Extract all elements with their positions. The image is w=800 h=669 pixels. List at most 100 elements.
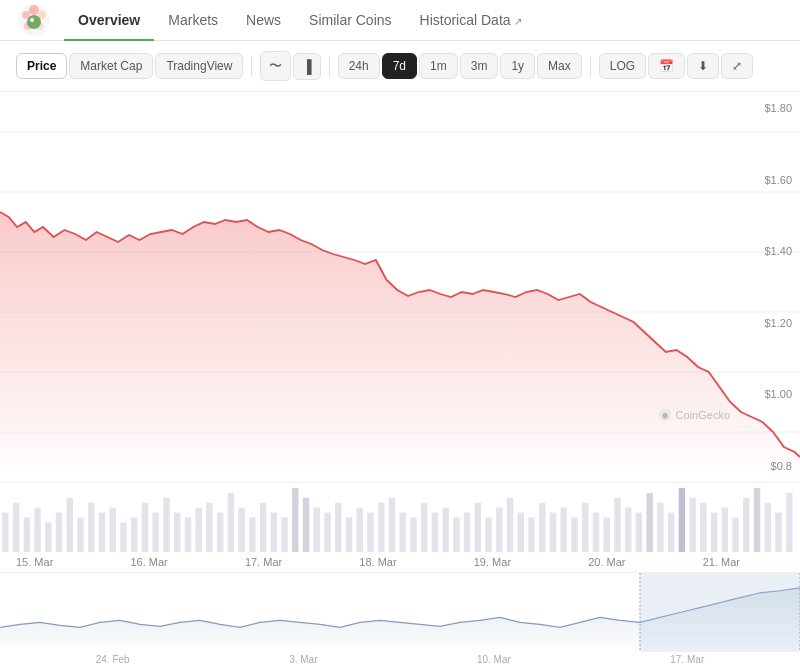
svg-rect-27 [120,522,126,552]
svg-rect-37 [228,493,234,552]
svg-rect-59 [464,513,470,552]
svg-rect-64 [518,513,524,552]
svg-rect-85 [743,498,749,552]
nav-tab-label: Overview [78,12,140,28]
nav-tab-historical-data[interactable]: Historical Data ↗ [406,0,537,40]
svg-rect-77 [657,503,663,552]
nav-tab-markets[interactable]: Markets [154,0,232,40]
nav-tab-label: Similar Coins [309,12,391,28]
svg-rect-69 [571,518,577,553]
time-btn-1m[interactable]: 1m [419,53,458,79]
time-btn-max[interactable]: Max [537,53,582,79]
svg-rect-20 [45,522,51,552]
time-btn-3m[interactable]: 3m [460,53,499,79]
price-label: $0.8 [745,460,800,472]
time-btn-1y[interactable]: 1y [500,53,535,79]
time-btn-7d[interactable]: 7d [382,53,417,79]
nav-tab-news[interactable]: News [232,0,295,40]
svg-rect-67 [550,513,556,552]
svg-rect-52 [389,498,395,552]
date-labels: 15. Mar16. Mar17. Mar18. Mar19. Mar20. M… [0,552,800,572]
mini-date-label: 3. Mar [289,654,317,665]
svg-rect-43 [292,488,298,552]
extra-btn-expand[interactable]: ⤢ [721,53,753,79]
svg-rect-58 [453,518,459,553]
mini-date-label: 17. Mar [670,654,704,665]
price-label: $1.40 [745,245,800,257]
extra-btn-download[interactable]: ⬇ [687,53,719,79]
time-btn-24h[interactable]: 24h [338,53,380,79]
svg-point-15 [662,413,667,418]
svg-rect-53 [399,513,405,552]
nav-tab-overview[interactable]: Overview [64,0,154,40]
mini-chart-area [0,572,800,652]
nav-tabs: Overview Markets News Similar Coins Historic… [0,0,800,41]
price-label: $1.80 [745,102,800,114]
svg-rect-88 [775,513,781,552]
svg-rect-79 [679,488,685,552]
svg-point-1 [29,5,39,15]
nav-tab-label: News [246,12,281,28]
view-btn-market-cap[interactable]: Market Cap [69,53,153,79]
svg-rect-47 [335,503,341,552]
svg-rect-73 [614,498,620,552]
svg-rect-86 [754,488,760,552]
divider-2 [329,56,330,76]
price-label: $1.20 [745,317,800,329]
svg-rect-63 [507,498,513,552]
svg-rect-55 [421,503,427,552]
svg-rect-45 [314,508,320,552]
svg-rect-49 [357,508,363,552]
date-label: 21. Mar [703,556,740,568]
svg-rect-54 [410,518,416,553]
svg-rect-28 [131,518,137,553]
chart-type-btn-bar-chart[interactable]: ▐ [293,53,320,80]
svg-rect-51 [378,503,384,552]
date-label: 18. Mar [359,556,396,568]
svg-rect-39 [249,518,255,553]
external-link-icon: ↗ [514,16,522,27]
svg-rect-78 [668,513,674,552]
extra-button-group: LOG📅⬇⤢ [599,53,753,79]
main-chart-area: $1.80$1.60$1.40$1.20$1.00$0.8 CoinGecko [0,92,800,482]
extra-btn-calendar[interactable]: 📅 [648,53,685,79]
svg-rect-75 [636,513,642,552]
svg-rect-81 [700,503,706,552]
svg-rect-76 [646,493,652,552]
svg-rect-26 [110,508,116,552]
svg-rect-38 [238,508,244,552]
chart-type-btn-line-chart[interactable]: 〜 [260,51,291,81]
date-label: 17. Mar [245,556,282,568]
svg-rect-84 [732,518,738,553]
time-button-group: 24h7d1m3m1yMax [338,53,582,79]
divider-1 [251,56,252,76]
svg-rect-62 [496,508,502,552]
svg-rect-71 [593,513,599,552]
svg-rect-40 [260,503,266,552]
nav-tab-label: Markets [168,12,218,28]
nav-tab-label: Historical Data [420,12,511,28]
svg-point-7 [30,18,34,22]
price-label: $1.00 [745,388,800,400]
volume-chart-svg [0,483,800,552]
svg-rect-30 [152,513,158,552]
view-btn-tradingview[interactable]: TradingView [155,53,243,79]
svg-rect-61 [485,518,491,553]
svg-rect-90 [640,573,800,652]
mini-chart-svg [0,573,800,652]
svg-rect-23 [77,518,83,553]
svg-rect-42 [281,518,287,553]
svg-rect-82 [711,513,717,552]
svg-rect-60 [475,503,481,552]
extra-btn-log[interactable]: LOG [599,53,646,79]
price-labels: $1.80$1.60$1.40$1.20$1.00$0.8 [745,92,800,482]
svg-rect-24 [88,503,94,552]
view-button-group: PriceMarket CapTradingView [16,53,243,79]
view-btn-price[interactable]: Price [16,53,67,79]
nav-tab-similar-coins[interactable]: Similar Coins [295,0,405,40]
svg-rect-35 [206,503,212,552]
svg-rect-22 [67,498,73,552]
svg-rect-89 [786,493,792,552]
date-label: 20. Mar [588,556,625,568]
nav-tabs-container: Overview Markets News Similar Coins Historic… [64,0,536,40]
